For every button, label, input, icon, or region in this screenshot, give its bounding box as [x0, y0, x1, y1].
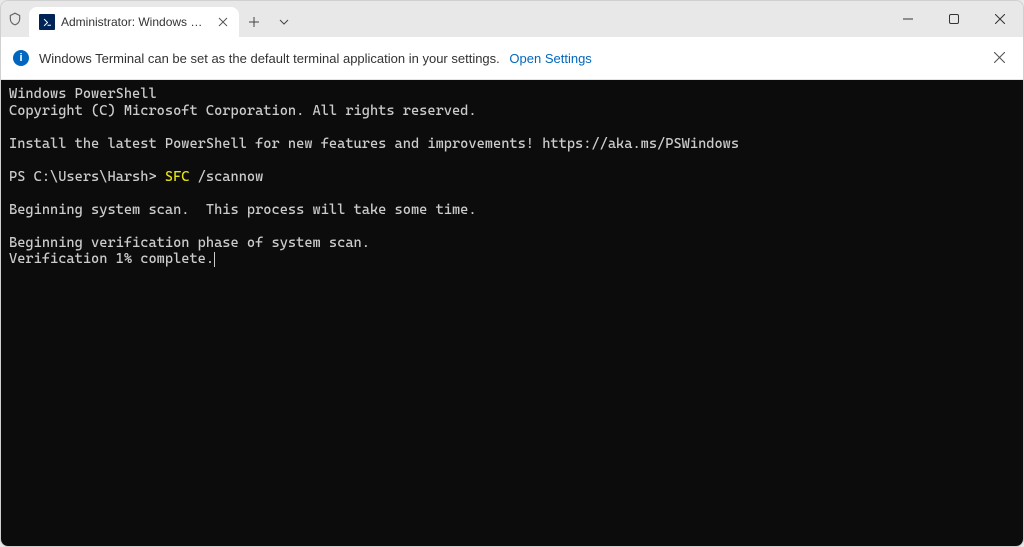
- terminal-line: Install the latest PowerShell for new fe…: [9, 136, 739, 152]
- terminal-line: Beginning system scan. This process will…: [9, 202, 477, 218]
- shield-icon: [1, 1, 29, 37]
- tab-powershell[interactable]: Administrator: Windows Powe: [29, 7, 239, 37]
- titlebar: Administrator: Windows Powe: [1, 1, 1023, 37]
- terminal-command-arg: /scannow: [198, 169, 264, 185]
- window: Administrator: Windows Powe: [0, 0, 1024, 547]
- open-settings-link[interactable]: Open Settings: [509, 51, 591, 66]
- titlebar-left: Administrator: Windows Powe: [1, 1, 885, 37]
- new-tab-button[interactable]: [239, 7, 269, 37]
- powershell-icon: [39, 14, 55, 30]
- maximize-button[interactable]: [931, 1, 977, 37]
- terminal-prompt: PS C:\Users\Harsh>: [9, 169, 165, 185]
- infobar-close-button[interactable]: [990, 46, 1009, 71]
- terminal-cursor: [214, 252, 215, 267]
- terminal-output[interactable]: Windows PowerShell Copyright (C) Microso…: [1, 80, 1023, 546]
- terminal-command: SFC: [165, 169, 198, 185]
- close-tab-button[interactable]: [215, 14, 231, 30]
- terminal-line: Beginning verification phase of system s…: [9, 235, 370, 251]
- infobar: i Windows Terminal can be set as the def…: [1, 37, 1023, 80]
- infobar-text: Windows Terminal can be set as the defau…: [39, 51, 500, 66]
- terminal-line: Verification 1% complete.: [9, 251, 214, 267]
- tab-dropdown-button[interactable]: [269, 7, 299, 37]
- close-button[interactable]: [977, 1, 1023, 37]
- info-icon: i: [13, 50, 29, 66]
- terminal-line: Windows PowerShell: [9, 86, 157, 102]
- window-controls: [885, 1, 1023, 37]
- terminal-line: Copyright (C) Microsoft Corporation. All…: [9, 103, 477, 119]
- infobar-message: Windows Terminal can be set as the defau…: [39, 51, 980, 66]
- tab-title: Administrator: Windows Powe: [61, 15, 209, 29]
- minimize-button[interactable]: [885, 1, 931, 37]
